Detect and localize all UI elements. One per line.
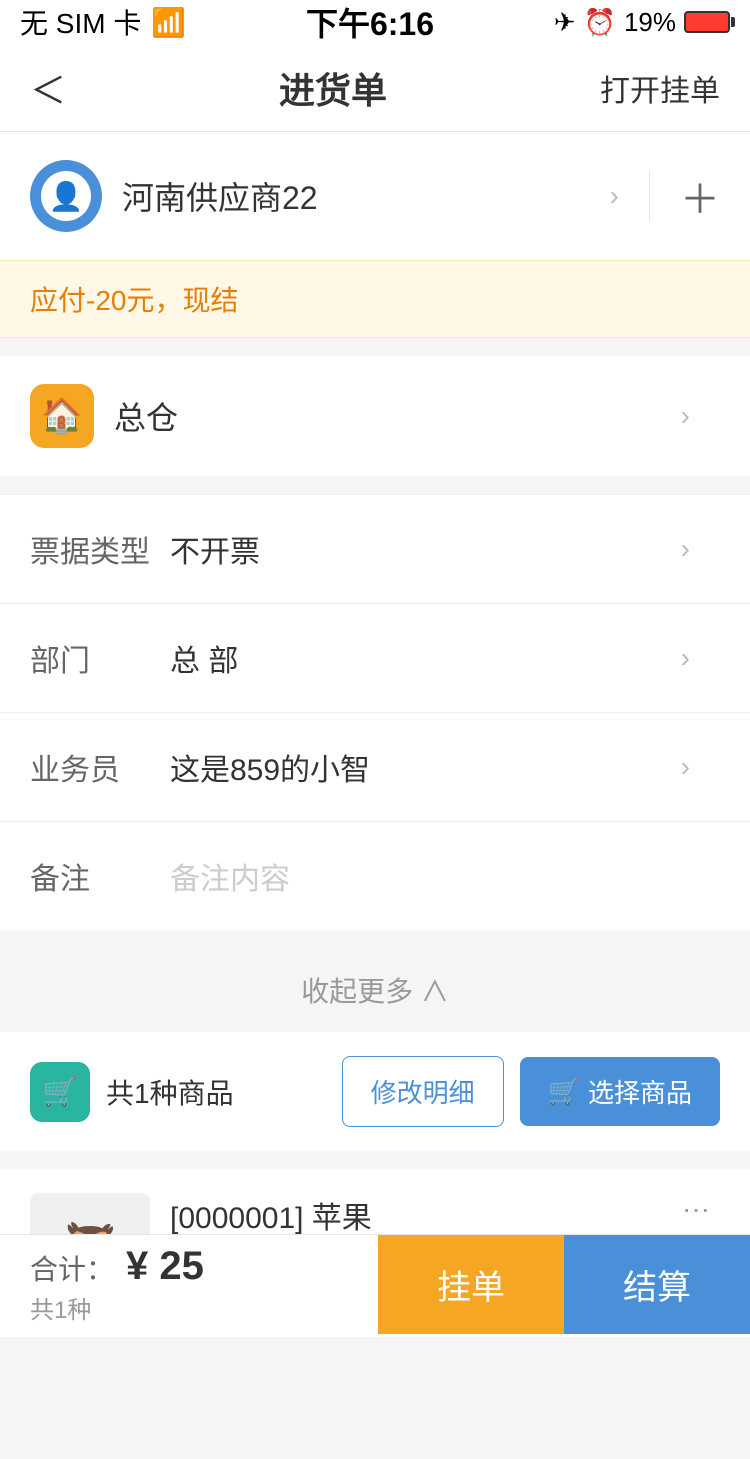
invoice-value: 不开票 bbox=[170, 527, 681, 571]
alarm-icon: ⏰ bbox=[584, 7, 616, 38]
remark-row[interactable]: 备注 备注内容 bbox=[0, 821, 750, 930]
footer-total: 合计： ¥ 25 共1种 bbox=[0, 1235, 378, 1334]
status-right: ✈ ⏰ 19% bbox=[554, 7, 730, 38]
footer-total-value: ¥ 25 bbox=[126, 1244, 204, 1289]
form-section: 票据类型 不开票 › 部门 总 部 › 业务员 这是859的小智 › 备注 备注… bbox=[0, 494, 750, 930]
carrier-label: 无 SIM 卡 bbox=[20, 2, 141, 42]
product-more-button[interactable]: ··· bbox=[672, 1193, 720, 1225]
select-product-button[interactable]: 🛒 选择商品 bbox=[520, 1057, 720, 1126]
supplier-chevron-icon: › bbox=[610, 180, 619, 212]
battery-percent: 19% bbox=[624, 7, 676, 38]
status-time: 下午6:16 bbox=[306, 0, 434, 45]
footer-total-label: 合计： bbox=[30, 1248, 114, 1288]
footer-count-label: 共1种 bbox=[30, 1297, 91, 1324]
salesperson-label: 业务员 bbox=[30, 745, 170, 789]
warehouse-chevron-icon: › bbox=[681, 400, 690, 432]
checkout-button[interactable]: 结算 bbox=[564, 1235, 750, 1334]
cart-icon: 🛒 bbox=[548, 1076, 580, 1107]
open-pending-button[interactable]: 打开挂单 bbox=[600, 66, 720, 110]
collapse-bar[interactable]: 收起更多 ∧ bbox=[0, 948, 750, 1032]
battery-icon bbox=[684, 11, 730, 33]
page-title: 进货单 bbox=[279, 62, 387, 114]
footer: 合计： ¥ 25 共1种 挂单 结算 bbox=[0, 1234, 750, 1334]
checkout-label: 结算 bbox=[623, 1260, 691, 1309]
divider bbox=[649, 171, 650, 221]
invoice-row[interactable]: 票据类型 不开票 › bbox=[0, 494, 750, 603]
alert-text: 应付-20元，现结 bbox=[30, 285, 238, 316]
department-row[interactable]: 部门 总 部 › bbox=[0, 603, 750, 712]
warehouse-row[interactable]: 🏠 总仓 › bbox=[0, 356, 750, 476]
footer-count: 共1种 bbox=[30, 1289, 348, 1326]
select-product-label: 选择商品 bbox=[588, 1073, 692, 1110]
warehouse-icon: 🏠 bbox=[30, 384, 94, 448]
remark-label: 备注 bbox=[30, 854, 170, 898]
supplier-section: 👤 河南供应商22 › ＋ 应付-20元，现结 bbox=[0, 132, 750, 338]
supplier-avatar: 👤 bbox=[30, 160, 102, 232]
products-icon: 🛒 bbox=[30, 1062, 90, 1122]
wifi-icon: 📶 bbox=[151, 6, 186, 39]
invoice-chevron-icon: › bbox=[681, 533, 690, 565]
warehouse-section: 🏠 总仓 › bbox=[0, 356, 750, 476]
remark-input[interactable]: 备注内容 bbox=[170, 854, 720, 898]
department-value: 总 部 bbox=[170, 636, 681, 680]
footer-total-row: 合计： ¥ 25 bbox=[30, 1244, 348, 1289]
edit-detail-button[interactable]: 修改明细 bbox=[342, 1056, 504, 1127]
supplier-name: 河南供应商22 bbox=[122, 173, 610, 219]
salesperson-chevron-icon: › bbox=[681, 751, 690, 783]
nav-bar: ＜ 进货单 打开挂单 bbox=[0, 44, 750, 132]
product-name: [0000001] 苹果 bbox=[170, 1193, 672, 1237]
back-button[interactable]: ＜ bbox=[30, 62, 66, 114]
footer-spacer bbox=[0, 1339, 750, 1459]
collapse-label: 收起更多 ∧ bbox=[301, 976, 449, 1007]
status-left: 无 SIM 卡 📶 bbox=[20, 2, 186, 42]
department-label: 部门 bbox=[30, 636, 170, 680]
products-count: 共1种商品 bbox=[106, 1072, 342, 1112]
status-bar: 无 SIM 卡 📶 下午6:16 ✈ ⏰ 19% bbox=[0, 0, 750, 44]
invoice-label: 票据类型 bbox=[30, 527, 170, 571]
location-icon: ✈ bbox=[554, 7, 576, 38]
warehouse-name: 总仓 bbox=[114, 393, 681, 439]
products-header: 🛒 共1种商品 修改明细 🛒 选择商品 bbox=[0, 1032, 750, 1151]
salesperson-row[interactable]: 业务员 这是859的小智 › bbox=[0, 712, 750, 821]
product-code: [0000001] bbox=[170, 1202, 312, 1235]
hang-button[interactable]: 挂单 bbox=[378, 1235, 564, 1334]
department-chevron-icon: › bbox=[681, 642, 690, 674]
add-icon[interactable]: ＋ bbox=[680, 167, 720, 225]
salesperson-value: 这是859的小智 bbox=[170, 745, 681, 789]
supplier-row[interactable]: 👤 河南供应商22 › ＋ bbox=[0, 132, 750, 260]
alert-bar: 应付-20元，现结 bbox=[0, 260, 750, 338]
hang-label: 挂单 bbox=[437, 1260, 505, 1309]
